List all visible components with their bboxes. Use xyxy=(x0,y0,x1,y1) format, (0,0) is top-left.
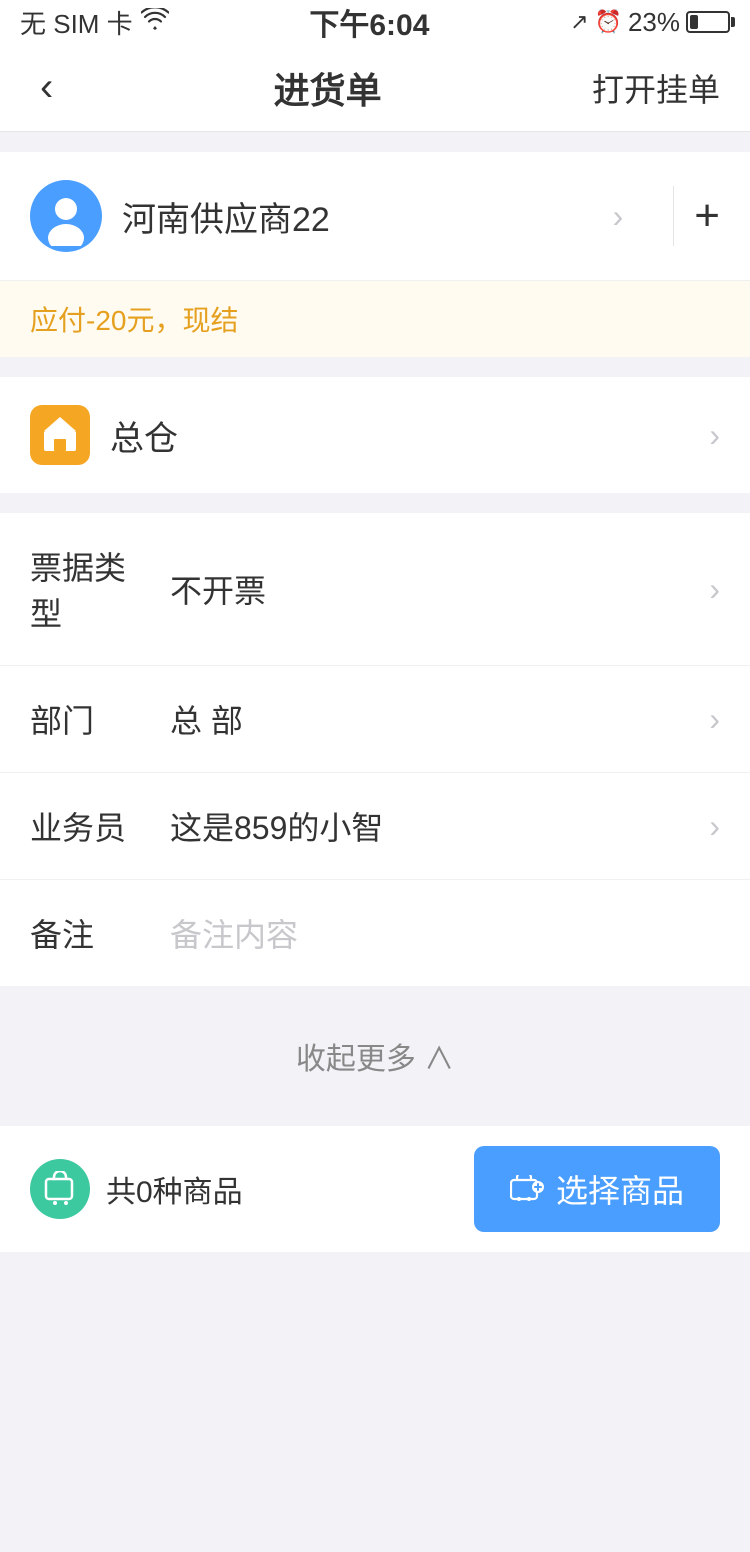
warehouse-icon xyxy=(30,405,90,465)
supplier-row: 河南供应商22 › + xyxy=(0,152,750,281)
collapse-row[interactable]: 收起更多 ∧ xyxy=(0,1006,750,1106)
avatar-svg xyxy=(36,186,96,246)
bottom-bar: 共0种商品 选择商品 xyxy=(0,1126,750,1252)
divider xyxy=(673,186,674,246)
warehouse-label: 总仓 xyxy=(110,411,709,460)
remark-input[interactable]: 备注内容 xyxy=(170,910,720,956)
invoice-chevron-icon: › xyxy=(709,571,720,608)
battery-fill xyxy=(690,15,698,29)
department-value: 总 部 xyxy=(170,696,709,742)
battery-percent: 23% xyxy=(628,7,680,38)
status-right: ↗ ⏰ 23% xyxy=(570,7,730,38)
product-count-text: 共0种商品 xyxy=(106,1167,243,1211)
page-title: 进货单 xyxy=(274,62,382,114)
select-product-button[interactable]: 选择商品 xyxy=(474,1146,720,1232)
salesman-label: 业务员 xyxy=(30,803,150,849)
cart-small-icon xyxy=(42,1171,78,1207)
supplier-chevron-icon: › xyxy=(613,198,624,235)
add-supplier-button[interactable]: + xyxy=(694,194,720,238)
warehouse-row[interactable]: 总仓 › xyxy=(0,377,750,493)
back-button[interactable]: ‹ xyxy=(30,55,63,120)
warehouse-card: 总仓 › xyxy=(0,377,750,493)
department-row[interactable]: 部门 总 部 › xyxy=(0,666,750,773)
salesman-value: 这是859的小智 xyxy=(170,803,709,849)
remark-row[interactable]: 备注 备注内容 xyxy=(0,880,750,986)
content: 河南供应商22 › + 应付-20元，现结 总仓 › 票据类型 不开票 xyxy=(0,132,750,1552)
salesman-row[interactable]: 业务员 这是859的小智 › xyxy=(0,773,750,880)
form-card: 票据类型 不开票 › 部门 总 部 › 业务员 这是859的小智 › 备注 备注… xyxy=(0,513,750,986)
warehouse-chevron-icon: › xyxy=(709,417,720,454)
battery-icon xyxy=(686,11,730,33)
remark-label: 备注 xyxy=(30,910,150,956)
collapse-label: 收起更多 ∧ xyxy=(296,1043,454,1076)
select-product-icon xyxy=(510,1175,544,1203)
invoice-label: 票据类型 xyxy=(30,543,150,635)
product-count-section: 共0种商品 xyxy=(30,1159,243,1219)
invoice-row[interactable]: 票据类型 不开票 › xyxy=(0,513,750,666)
wifi-icon xyxy=(141,8,169,37)
nav-bar: ‹ 进货单 打开挂单 xyxy=(0,44,750,132)
supplier-avatar xyxy=(30,180,102,252)
department-label: 部门 xyxy=(30,696,150,742)
invoice-value: 不开票 xyxy=(170,566,709,612)
alarm-icon: ⏰ xyxy=(595,9,622,35)
status-left: 无 SIM 卡 xyxy=(20,4,169,41)
bottom-space xyxy=(0,1252,750,1552)
supplier-card: 河南供应商22 › + 应付-20元，现结 xyxy=(0,152,750,357)
warehouse-svg xyxy=(40,415,80,455)
supplier-name: 河南供应商22 xyxy=(122,192,613,241)
status-bar: 无 SIM 卡 下午6:04 ↗ ⏰ 23% xyxy=(0,0,750,44)
open-pending-button[interactable]: 打开挂单 xyxy=(592,65,720,111)
location-icon: ↗ xyxy=(570,9,588,35)
no-sim-label: 无 SIM 卡 xyxy=(20,4,133,41)
department-chevron-icon: › xyxy=(709,701,720,738)
status-time: 下午6:04 xyxy=(309,0,429,44)
salesman-chevron-icon: › xyxy=(709,808,720,845)
select-btn-label: 选择商品 xyxy=(556,1166,684,1212)
notice-bar: 应付-20元，现结 xyxy=(0,281,750,357)
product-icon xyxy=(30,1159,90,1219)
